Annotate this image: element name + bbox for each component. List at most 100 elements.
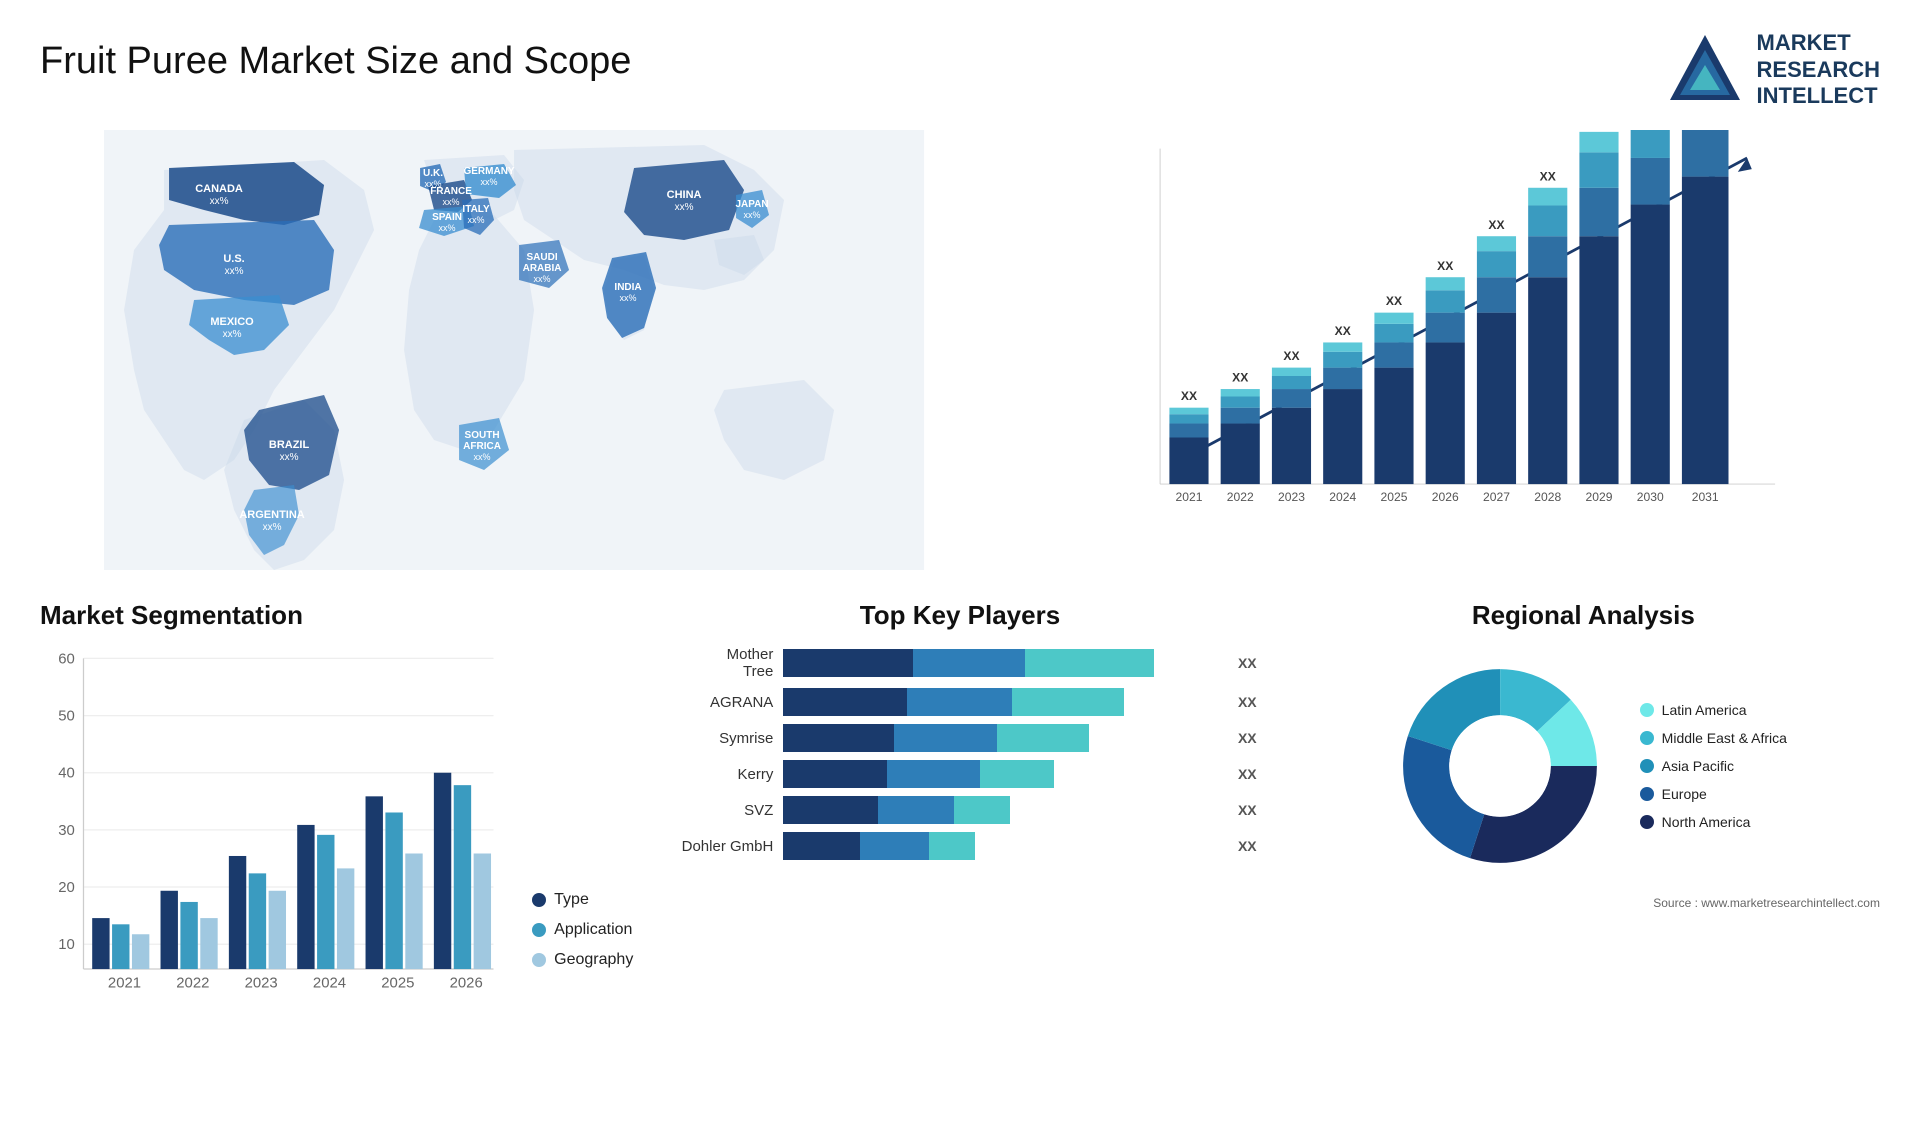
player-name: SVZ [663,802,773,819]
svg-text:2021: 2021 [108,976,141,992]
svg-text:2025: 2025 [1381,490,1408,504]
segmentation-legend: Type Application Geography [532,891,633,999]
regional-legend: Latin America Middle East & Africa Asia … [1640,702,1787,830]
logo-icon [1665,30,1745,110]
player-value: XX [1238,802,1257,818]
europe-label: Europe [1662,786,1707,802]
svg-text:20: 20 [58,880,75,896]
segmentation-title: Market Segmentation [40,600,633,631]
header: Fruit Puree Market Size and Scope MARKET… [40,30,1880,110]
list-item: Symrise XX [663,724,1256,752]
logo: MARKET RESEARCH INTELLECT [1665,30,1880,110]
player-name: AGRANA [663,694,773,711]
svg-text:ITALY: ITALY [462,204,490,215]
legend-type: Type [532,891,633,909]
legend-north-america: North America [1640,814,1787,830]
svg-text:XX: XX [1386,294,1402,308]
svg-text:INDIA: INDIA [614,282,641,293]
svg-text:XX: XX [1335,324,1351,338]
svg-text:MEXICO: MEXICO [210,316,254,328]
donut-chart [1380,646,1620,886]
legend-asia-pacific: Asia Pacific [1640,758,1787,774]
players-title: Top Key Players [663,600,1256,631]
logo-text: MARKET RESEARCH INTELLECT [1757,30,1880,109]
svg-text:xx%: xx% [443,197,460,207]
player-bar-container [783,688,1220,716]
svg-text:2026: 2026 [450,976,483,992]
growth-bar-chart: XX 2021 XX 2022 XX 2023 XX 2024 [1018,130,1880,570]
svg-text:2023: 2023 [245,976,278,992]
type-dot [532,893,546,907]
svg-text:xx%: xx% [474,452,491,462]
svg-text:50: 50 [58,709,75,725]
list-item: Kerry XX [663,760,1256,788]
list-item: Dohler GmbH XX [663,832,1256,860]
svg-text:XX: XX [1283,349,1299,363]
svg-text:JAPAN: JAPAN [735,199,768,210]
player-name: MotherTree [663,646,773,680]
legend-middle-east-africa: Middle East & Africa [1640,730,1787,746]
svg-text:xx%: xx% [223,329,242,340]
svg-text:2028: 2028 [1534,490,1561,504]
svg-text:2024: 2024 [1329,490,1356,504]
latin-america-label: Latin America [1662,702,1747,718]
svg-text:2030: 2030 [1637,490,1664,504]
asia-pacific-dot [1640,759,1654,773]
svg-text:2029: 2029 [1586,490,1613,504]
player-name: Dohler GmbH [663,838,773,855]
player-value: XX [1238,730,1257,746]
player-bar-container [783,832,1220,860]
top-section: CANADA xx% U.S. xx% MEXICO xx% BRAZIL xx… [40,130,1880,570]
svg-text:xx%: xx% [620,293,637,303]
svg-text:CHINA: CHINA [667,189,702,201]
logo-line1: MARKET [1757,30,1880,56]
svg-text:30: 30 [58,823,75,839]
svg-text:xx%: xx% [481,177,498,187]
svg-text:SAUDI: SAUDI [526,252,557,263]
svg-text:2023: 2023 [1278,490,1305,504]
player-value: XX [1238,655,1257,671]
svg-text:ARGENTINA: ARGENTINA [239,509,304,521]
player-bar-container [783,796,1220,824]
svg-text:ARABIA: ARABIA [523,263,562,274]
svg-text:CANADA: CANADA [195,183,243,195]
svg-text:BRAZIL: BRAZIL [269,439,310,451]
north-america-label: North America [1662,814,1751,830]
svg-text:XX: XX [1488,218,1504,232]
application-dot [532,923,546,937]
svg-text:FRANCE: FRANCE [430,186,472,197]
svg-text:xx%: xx% [225,266,244,277]
regional-title: Regional Analysis [1287,600,1880,631]
asia-pacific-label: Asia Pacific [1662,758,1734,774]
svg-text:2027: 2027 [1483,490,1510,504]
svg-text:XX: XX [1232,371,1248,385]
svg-text:xx%: xx% [263,522,282,533]
legend-geography: Geography [532,951,633,969]
svg-text:10: 10 [58,937,75,953]
svg-text:XX: XX [1437,259,1453,273]
svg-text:60: 60 [58,651,75,667]
top-key-players: Top Key Players MotherTree XX AGRANA [663,600,1256,999]
players-list: MotherTree XX AGRANA [663,646,1256,860]
svg-text:2022: 2022 [176,976,209,992]
svg-text:2022: 2022 [1227,490,1254,504]
svg-text:SPAIN: SPAIN [432,212,462,223]
svg-text:AFRICA: AFRICA [463,441,501,452]
player-value: XX [1238,766,1257,782]
svg-text:U.S.: U.S. [223,253,244,265]
logo-line3: INTELLECT [1757,83,1880,109]
world-map: CANADA xx% U.S. xx% MEXICO xx% BRAZIL xx… [40,130,988,570]
logo-line2: RESEARCH [1757,57,1880,83]
player-value: XX [1238,838,1257,854]
svg-text:xx%: xx% [534,274,551,284]
legend-europe: Europe [1640,786,1787,802]
segmentation-chart: 60 50 40 30 20 10 [40,646,512,999]
latin-america-dot [1640,703,1654,717]
player-bar-container [783,724,1220,752]
svg-text:xx%: xx% [675,202,694,213]
svg-text:2031: 2031 [1692,490,1719,504]
svg-text:U.K.: U.K. [423,168,443,179]
market-segmentation: Market Segmentation 60 50 40 30 20 10 [40,600,633,999]
page-title: Fruit Puree Market Size and Scope [40,40,631,83]
legend-application: Application [532,921,633,939]
